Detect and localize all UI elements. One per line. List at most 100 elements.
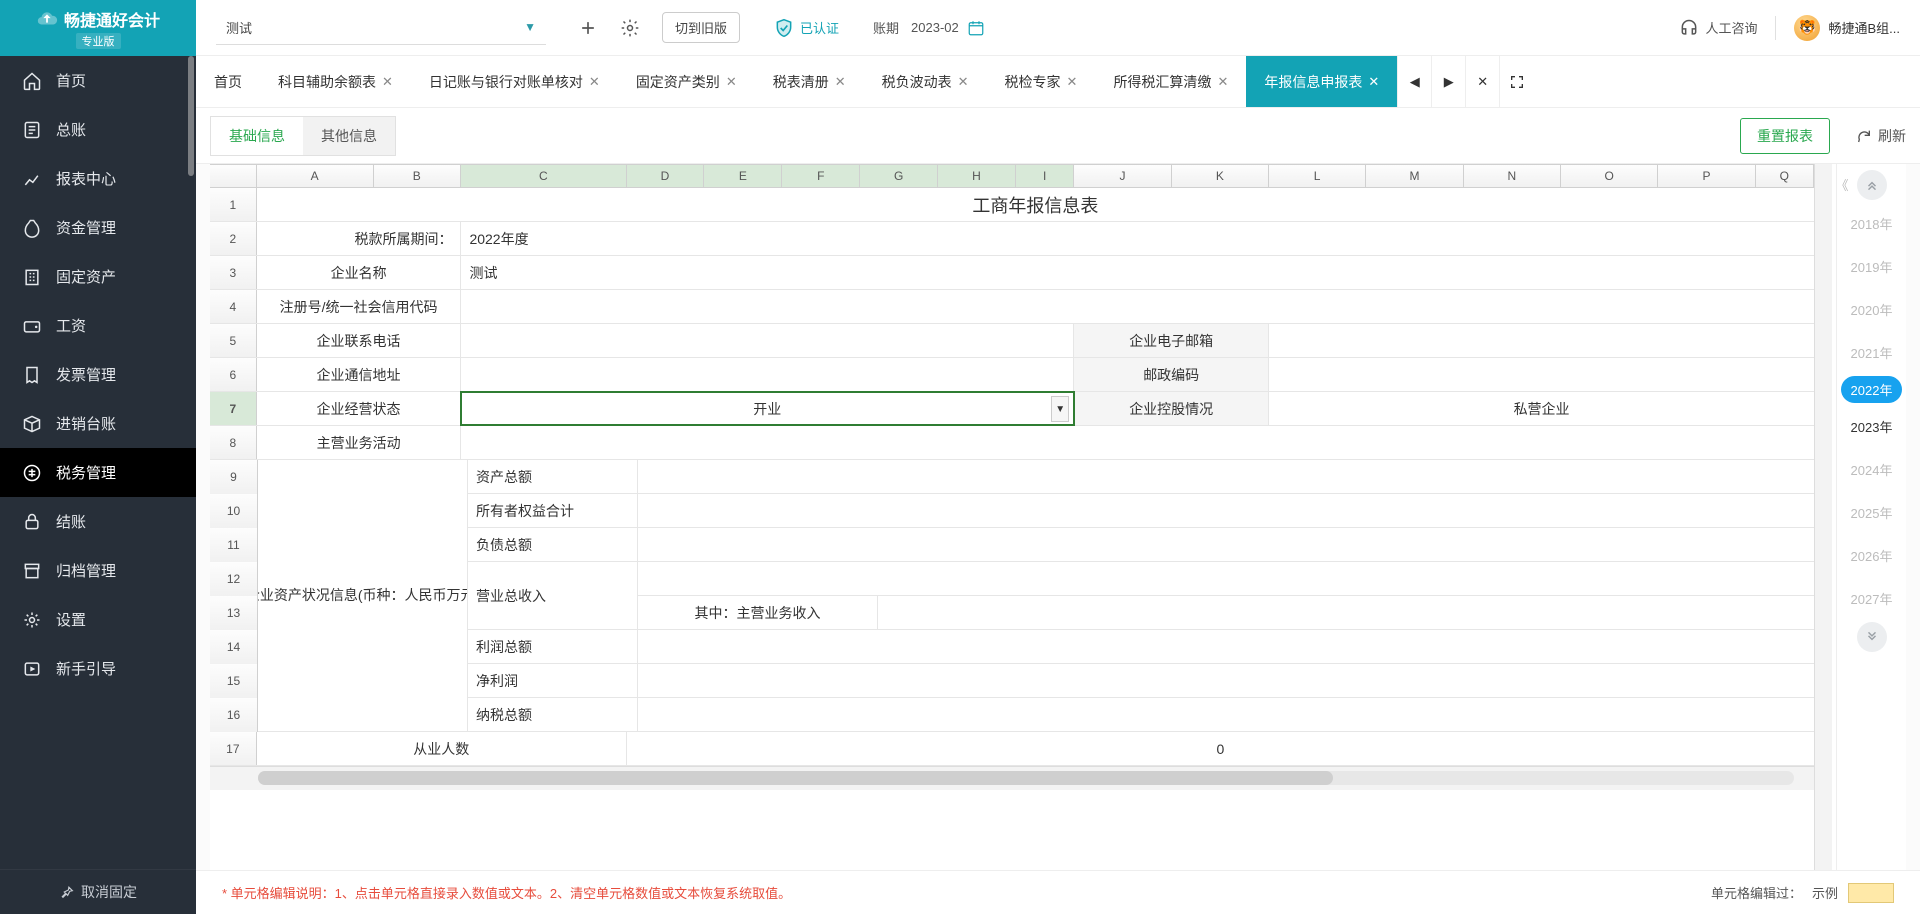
- row-header[interactable]: 8: [210, 426, 257, 459]
- row-header[interactable]: 1: [210, 188, 257, 221]
- close-icon[interactable]: ✕: [382, 74, 393, 90]
- select-all-corner[interactable]: [210, 165, 257, 187]
- year-option[interactable]: 2024年: [1851, 450, 1893, 489]
- close-icon[interactable]: ✕: [958, 74, 969, 90]
- row-header[interactable]: 10: [210, 494, 258, 528]
- row-header[interactable]: 11: [210, 528, 258, 562]
- cell-value[interactable]: [1269, 324, 1814, 357]
- active-cell-dropdown[interactable]: 开业 ▼: [461, 392, 1074, 425]
- sidebar-item-closing[interactable]: 结账: [0, 497, 196, 546]
- cell-value[interactable]: 2022年度: [461, 222, 1814, 255]
- sidebar-item-ledger[interactable]: 总账: [0, 105, 196, 154]
- year-option[interactable]: 2027年: [1851, 579, 1893, 618]
- human-consult-button[interactable]: 人工咨询: [1679, 18, 1757, 38]
- close-icon[interactable]: ✕: [1067, 74, 1078, 90]
- tab-bank-recon[interactable]: 日记账与银行对账单核对✕: [411, 56, 618, 107]
- fullscreen-button[interactable]: [1500, 56, 1534, 107]
- close-icon[interactable]: ✕: [835, 74, 846, 90]
- switch-old-version-button[interactable]: 切到旧版: [662, 12, 740, 43]
- close-icon[interactable]: ✕: [589, 74, 600, 90]
- sidebar-item-salary[interactable]: 工资: [0, 301, 196, 350]
- tab-tax-register[interactable]: 税表清册✕: [755, 56, 864, 107]
- dropdown-arrow-icon[interactable]: ▼: [1051, 396, 1069, 422]
- cell-value[interactable]: 私营企业: [1269, 392, 1814, 425]
- col-header[interactable]: M: [1366, 165, 1463, 187]
- sidebar-scrollbar[interactable]: [188, 56, 194, 176]
- row-header[interactable]: 9: [210, 460, 258, 494]
- tab-home[interactable]: 首页: [196, 56, 260, 107]
- col-header[interactable]: J: [1074, 165, 1171, 187]
- cell-value[interactable]: 0: [627, 732, 1814, 765]
- sidebar-item-guide[interactable]: 新手引导: [0, 644, 196, 693]
- cell-value[interactable]: 测试: [461, 256, 1814, 289]
- tab-scroll-left-button[interactable]: ◀: [1398, 56, 1432, 107]
- tab-annual-report[interactable]: 年报信息申报表✕: [1246, 56, 1397, 107]
- row-header[interactable]: 15: [210, 664, 258, 698]
- year-option[interactable]: 2020年: [1851, 290, 1893, 329]
- col-header[interactable]: D: [627, 165, 705, 187]
- tab-income-tax[interactable]: 所得税汇算清缴✕: [1095, 56, 1246, 107]
- sidebar-item-home[interactable]: 首页: [0, 56, 196, 105]
- col-header[interactable]: A: [257, 165, 374, 187]
- year-option[interactable]: 2019年: [1851, 247, 1893, 286]
- tab-fa-category[interactable]: 固定资产类别✕: [618, 56, 755, 107]
- sheet-horizontal-scrollbar[interactable]: [210, 766, 1814, 790]
- row-header[interactable]: 7: [210, 392, 257, 425]
- cell-value[interactable]: [638, 494, 1814, 527]
- sidebar-item-funds[interactable]: 资金管理: [0, 203, 196, 252]
- row-header[interactable]: 12: [210, 562, 258, 596]
- user-menu[interactable]: 🐯 畅捷通B组...: [1794, 15, 1900, 41]
- mini-tab-basic[interactable]: 基础信息: [211, 117, 303, 155]
- col-header[interactable]: O: [1561, 165, 1658, 187]
- cell-value[interactable]: [878, 596, 1814, 629]
- col-header[interactable]: G: [860, 165, 938, 187]
- sidebar-item-settings[interactable]: 设置: [0, 595, 196, 644]
- sidebar-item-tax[interactable]: 税务管理: [0, 448, 196, 497]
- row-header[interactable]: 3: [210, 256, 257, 289]
- spreadsheet[interactable]: A B C D E F G H I J K L M N O P Q 1: [210, 164, 1814, 870]
- row-header[interactable]: 6: [210, 358, 257, 391]
- sidebar-item-archive[interactable]: 归档管理: [0, 546, 196, 595]
- col-header[interactable]: C: [461, 165, 626, 187]
- tab-scroll-right-button[interactable]: ▶: [1432, 56, 1466, 107]
- refresh-button[interactable]: 刷新: [1856, 126, 1906, 146]
- rail-collapse-icon[interactable]: 《: [1835, 168, 1849, 200]
- company-selector[interactable]: 测试 ▼: [216, 11, 546, 45]
- plus-icon[interactable]: [578, 18, 598, 38]
- year-option[interactable]: 2025年: [1851, 493, 1893, 532]
- row-header[interactable]: 2: [210, 222, 257, 255]
- year-option[interactable]: 2026年: [1851, 536, 1893, 575]
- cell-value[interactable]: [638, 664, 1814, 697]
- verified-badge[interactable]: 已认证: [774, 18, 839, 38]
- col-header[interactable]: K: [1172, 165, 1269, 187]
- col-header[interactable]: H: [938, 165, 1016, 187]
- col-header[interactable]: F: [782, 165, 860, 187]
- sidebar-item-invoice[interactable]: 发票管理: [0, 350, 196, 399]
- cell-value[interactable]: [638, 562, 1814, 595]
- cell-value[interactable]: [461, 290, 1814, 323]
- col-header[interactable]: Q: [1756, 165, 1814, 187]
- cell-value[interactable]: [638, 528, 1814, 561]
- close-icon[interactable]: ✕: [1368, 74, 1379, 90]
- mini-tab-other[interactable]: 其他信息: [303, 117, 395, 155]
- year-option[interactable]: 2023年: [1851, 407, 1893, 446]
- close-icon[interactable]: ✕: [1217, 74, 1228, 90]
- col-header[interactable]: N: [1464, 165, 1561, 187]
- cell-value[interactable]: [1269, 358, 1814, 391]
- tab-aux-balance[interactable]: 科目辅助余额表✕: [260, 56, 411, 107]
- cell-value[interactable]: [461, 324, 1074, 357]
- tab-tax-expert[interactable]: 税检专家✕: [987, 56, 1096, 107]
- row-header[interactable]: 4: [210, 290, 257, 323]
- col-header[interactable]: B: [374, 165, 462, 187]
- year-scroll-up-button[interactable]: [1857, 170, 1887, 200]
- row-header[interactable]: 16: [210, 698, 258, 732]
- row-header[interactable]: 5: [210, 324, 257, 357]
- period-picker[interactable]: 2023-02: [911, 19, 985, 37]
- sidebar-item-reports[interactable]: 报表中心: [0, 154, 196, 203]
- year-option[interactable]: 2021年: [1851, 333, 1893, 372]
- col-header[interactable]: E: [704, 165, 782, 187]
- year-option[interactable]: 2018年: [1851, 204, 1893, 243]
- year-scroll-down-button[interactable]: [1857, 622, 1887, 652]
- tab-tax-fluctuation[interactable]: 税负波动表✕: [864, 56, 987, 107]
- tab-close-all-button[interactable]: ✕: [1466, 56, 1500, 107]
